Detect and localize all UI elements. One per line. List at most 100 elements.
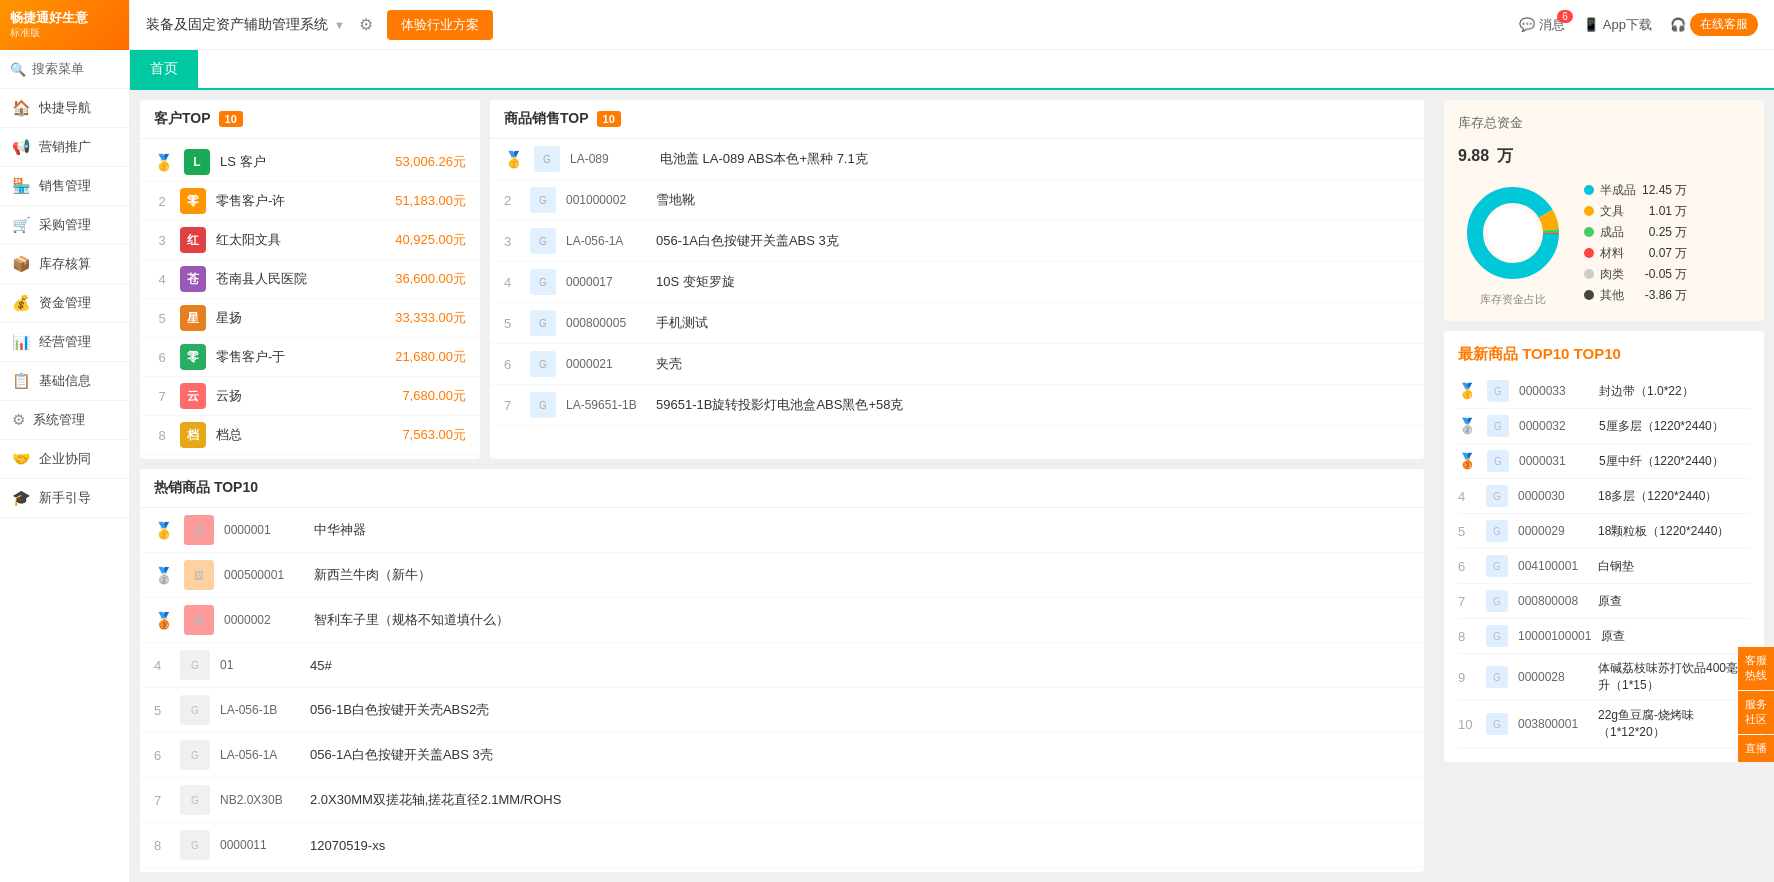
nav-label-sales: 销售管理 — [39, 177, 91, 195]
product-code: 000800005 — [566, 316, 646, 330]
sidebar-item-purchase[interactable]: 🛒采购管理 — [0, 206, 129, 245]
hot-product-row: 6 G LA-056-1A 056-1A白色按键开关盖ABS 3壳 — [140, 733, 1424, 778]
legend-dot — [1584, 227, 1594, 237]
customer-avatar: 苍 — [180, 266, 206, 292]
hot-product-rank: 4 — [154, 658, 170, 673]
newest-rank: 8 — [1458, 629, 1476, 644]
product-name: 59651-1B旋转投影灯电池盒ABS黑色+58克 — [656, 396, 1410, 414]
sidebar-item-quick-nav[interactable]: 🏠快捷导航 — [0, 89, 129, 128]
hot-product-row: 4 G 01 45# — [140, 643, 1424, 688]
float-live[interactable]: 直播 — [1738, 735, 1774, 762]
customer-panel-header: 客户TOP 10 — [140, 100, 480, 139]
newest-row: 6 G 004100001 白钢垫 — [1458, 549, 1750, 584]
hot-product-code: 0000001 — [224, 523, 304, 537]
tab-home[interactable]: 首页 — [130, 50, 198, 88]
newest-rank: 10 — [1458, 717, 1476, 732]
customer-amount: 7,680.00元 — [402, 387, 466, 405]
product-row: 6 G 0000021 夹壳 — [490, 344, 1424, 385]
newest-row: 🥉 G 0000031 5厘中纤（1220*2440） — [1458, 444, 1750, 479]
newest-code: 0000033 — [1519, 384, 1589, 398]
float-customer-service[interactable]: 客服热线 — [1738, 647, 1774, 690]
hot-product-img: G — [180, 650, 210, 680]
online-service-item[interactable]: 🎧 在线客服 — [1670, 13, 1758, 36]
app-download-item[interactable]: 📱 App下载 — [1583, 16, 1652, 34]
customer-amount: 53,006.26元 — [395, 153, 466, 171]
sidebar-item-operations[interactable]: 📊经营管理 — [0, 323, 129, 362]
legend-label: 文具 — [1600, 203, 1624, 220]
newest-img: G — [1486, 666, 1508, 688]
newest-img: G — [1486, 485, 1508, 507]
product-sales-header: 商品销售TOP 10 — [490, 100, 1424, 139]
notifications-badge: 6 — [1557, 10, 1573, 23]
customer-avatar: 零 — [180, 344, 206, 370]
customer-amount: 36,600.00元 — [395, 270, 466, 288]
sidebar-item-inventory[interactable]: 📦库存核算 — [0, 245, 129, 284]
customer-avatar: 零 — [180, 188, 206, 214]
sidebar-nav: 🏠快捷导航 📢 营销推广 🏪销售管理🛒采购管理📦库存核算💰资金管理📊经营管理📋基础信息… — [0, 89, 129, 518]
topbar-header: 装备及固定资产辅助管理系统 ▼ ⚙ 体验行业方案 💬 消息 6 📱 App下载 … — [130, 0, 1774, 50]
sidebar-item-newbie[interactable]: 🎓新手引导 — [0, 479, 129, 518]
newest-row: 8 G 10000100001 原查 — [1458, 619, 1750, 654]
hot-product-code: 000500001 — [224, 568, 304, 582]
sidebar-logo-sub: 标准版 — [10, 26, 88, 40]
product-name: 电池盖 LA-089 ABS本色+黑种 7.1克 — [660, 150, 1410, 168]
sidebar-item-marketing[interactable]: 📢 营销推广 — [0, 128, 129, 167]
hot-product-img: G — [180, 785, 210, 815]
donut-chart — [1458, 178, 1568, 288]
customer-rank: 3 — [154, 233, 170, 248]
product-sales-badge: 10 — [597, 111, 621, 127]
customer-amount: 40,925.00元 — [395, 231, 466, 249]
product-row: 2 G 001000002 雪地靴 — [490, 180, 1424, 221]
sidebar-logo: 畅捷通好生意 标准版 — [10, 10, 88, 41]
sidebar-item-base-info[interactable]: 📋基础信息 — [0, 362, 129, 401]
sidebar-item-enterprise[interactable]: 🤝企业协同 — [0, 440, 129, 479]
hot-product-name: 056-1B白色按键开关壳ABS2壳 — [310, 701, 1410, 719]
newest-row: 5 G 0000029 18颗粒板（1220*2440） — [1458, 514, 1750, 549]
hot-product-name: 12070519-xs — [310, 838, 1410, 853]
newest-img: G — [1486, 625, 1508, 647]
newest-code: 0000028 — [1518, 670, 1588, 684]
product-name: 10S 变矩罗旋 — [656, 273, 1410, 291]
float-community[interactable]: 服务社区 — [1738, 691, 1774, 734]
newest-name: 5厘中纤（1220*2440） — [1599, 453, 1750, 470]
newest-row: 9 G 0000028 体碱荔枝味苏打饮品400毫升（1*15） — [1458, 654, 1750, 701]
hot-product-img: 🖼 — [184, 515, 214, 545]
hot-product-rank: 8 — [154, 838, 170, 853]
legend-item: 半成品 12.45 万 — [1584, 182, 1687, 199]
settings-button[interactable]: ⚙ — [355, 11, 377, 38]
product-rank: 2 — [504, 193, 520, 208]
legend-value: -3.86 万 — [1645, 287, 1688, 304]
customer-amount: 21,680.00元 — [395, 348, 466, 366]
hot-product-name: 056-1A白色按键开关盖ABS 3壳 — [310, 746, 1410, 764]
trial-button[interactable]: 体验行业方案 — [387, 10, 493, 40]
customer-avatar: 云 — [180, 383, 206, 409]
customer-avatar: L — [184, 149, 210, 175]
customer-row: 8 档 档总 7,563.00元 — [140, 416, 480, 455]
newest-img: G — [1486, 713, 1508, 735]
sidebar-search[interactable]: 🔍 搜索菜单 — [0, 50, 129, 89]
sidebar-item-finance[interactable]: 💰资金管理 — [0, 284, 129, 323]
system-title-select[interactable]: 装备及固定资产辅助管理系统 ▼ — [146, 16, 345, 34]
topbar-right: 💬 消息 6 📱 App下载 🎧 在线客服 — [1519, 13, 1758, 36]
rank-medal: 🥇 — [1458, 382, 1477, 400]
customer-rank: 6 — [154, 350, 170, 365]
headset-icon: 🎧 — [1670, 17, 1686, 32]
customer-avatar: 档 — [180, 422, 206, 448]
sidebar-item-system[interactable]: ⚙系统管理 — [0, 401, 129, 440]
online-service-label[interactable]: 在线客服 — [1690, 13, 1758, 36]
newest-rank: 7 — [1458, 594, 1476, 609]
nav-label-inventory: 库存核算 — [39, 255, 91, 273]
newest-name: 22g鱼豆腐-烧烤味（1*12*20） — [1598, 707, 1750, 741]
chart-area: 库存资金占比 半成品 12.45 万 文具 1.01 万 成品 0.25 万 材… — [1458, 178, 1750, 307]
customer-rank: 5 — [154, 311, 170, 326]
nav-label-marketing: 营销推广 — [39, 138, 91, 156]
sidebar-item-sales[interactable]: 🏪销售管理 — [0, 167, 129, 206]
main-area: 装备及固定资产辅助管理系统 ▼ ⚙ 体验行业方案 💬 消息 6 📱 App下载 … — [130, 0, 1774, 882]
nav-icon-marketing: 📢 — [12, 138, 31, 156]
notifications-item[interactable]: 💬 消息 6 — [1519, 16, 1565, 34]
customer-row: 6 零 零售客户-于 21,680.00元 — [140, 338, 480, 377]
nav-icon-purchase: 🛒 — [12, 216, 31, 234]
product-name: 雪地靴 — [656, 191, 1410, 209]
newest-badge: TOP10 — [1522, 345, 1569, 362]
hot-products-header: 热销商品 TOP10 — [140, 469, 1424, 508]
